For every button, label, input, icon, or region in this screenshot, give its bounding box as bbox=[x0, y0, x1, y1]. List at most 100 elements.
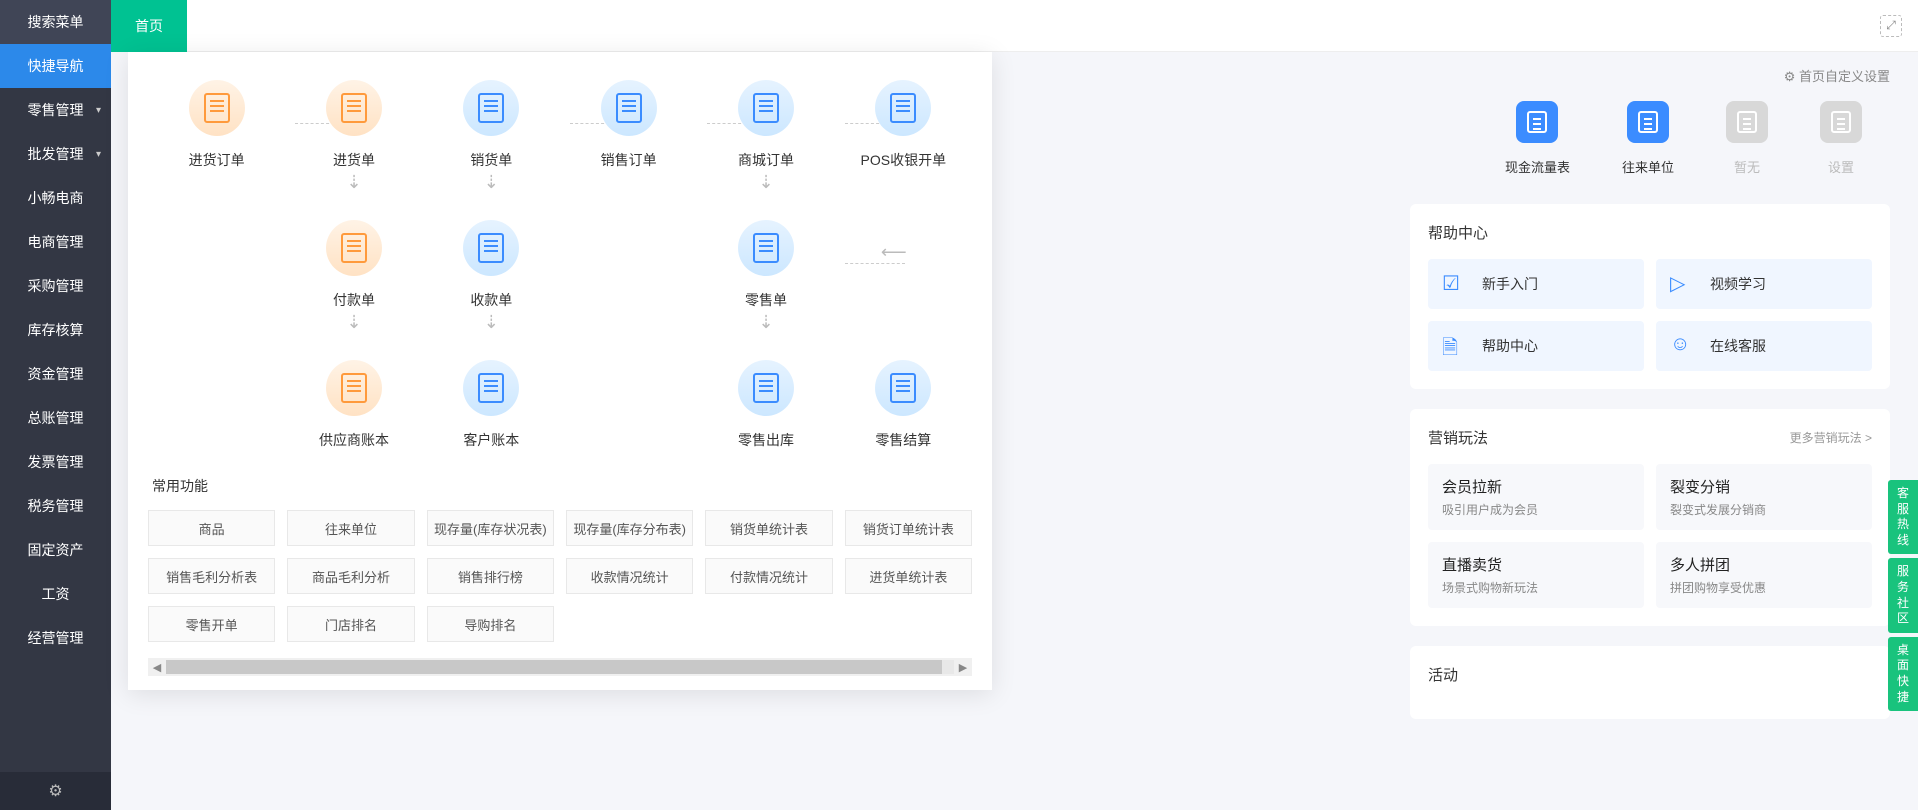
flow-node[interactable]: 销售订单⟵ bbox=[560, 80, 697, 170]
help-center-title: 帮助中心 bbox=[1428, 222, 1488, 243]
sidebar-item[interactable]: 库存核算 bbox=[0, 308, 111, 352]
marketing-item-subtitle: 吸引用户成为会员 bbox=[1442, 501, 1630, 518]
sidebar-item[interactable]: 搜索菜单 bbox=[0, 0, 111, 44]
marketing-item[interactable]: 裂变分销裂变式发展分销商 bbox=[1656, 464, 1872, 530]
function-button[interactable]: 往来单位 bbox=[287, 510, 414, 546]
help-center-card: 帮助中心 ☑ 新手入门 ▷视频学习🗎帮助中心☺在线客服 bbox=[1410, 204, 1890, 389]
float-button[interactable]: 服务社区 bbox=[1888, 558, 1918, 632]
flow-node[interactable]: 销货单⟵⇣ bbox=[423, 80, 560, 170]
flow-node[interactable]: 零售单⟵⇣ bbox=[697, 220, 834, 310]
shortcut-item[interactable]: 往来单位 bbox=[1622, 101, 1674, 176]
shortcut-label: 往来单位 bbox=[1622, 157, 1674, 176]
doc-icon bbox=[189, 80, 245, 136]
flow-node[interactable]: 零售结算 bbox=[835, 360, 972, 450]
flow-node-label: 销售订单 bbox=[601, 150, 657, 170]
scroll-right-icon[interactable]: ▶ bbox=[954, 661, 972, 674]
shortcut-item[interactable]: 设置 bbox=[1820, 101, 1862, 176]
shortcut-label: 现金流量表 bbox=[1505, 157, 1570, 176]
flow-node[interactable]: 付款单⇣ bbox=[285, 220, 422, 310]
sidebar-item[interactable]: 资金管理 bbox=[0, 352, 111, 396]
marketing-item-subtitle: 裂变式发展分销商 bbox=[1670, 501, 1858, 518]
marketing-item[interactable]: 直播卖货场景式购物新玩法 bbox=[1428, 542, 1644, 608]
function-button[interactable]: 现存量(库存分布表) bbox=[566, 510, 693, 546]
sidebar-item[interactable]: 电商管理 bbox=[0, 220, 111, 264]
doc-icon bbox=[601, 80, 657, 136]
function-button[interactable]: 收款情况统计 bbox=[566, 558, 693, 594]
help-item[interactable]: ☑ 新手入门 bbox=[1428, 259, 1644, 309]
homepage-customize-link[interactable]: ⚙ 首页自定义设置 bbox=[1410, 66, 1890, 85]
flow-node[interactable]: 供应商账本 bbox=[285, 360, 422, 450]
horizontal-scrollbar[interactable]: ◀ ▶ bbox=[148, 658, 972, 676]
flow-node-label: 商城订单 bbox=[738, 150, 794, 170]
function-button[interactable]: 商品毛利分析 bbox=[287, 558, 414, 594]
shortcut-item[interactable]: 现金流量表 bbox=[1505, 101, 1570, 176]
sidebar-item[interactable]: 快捷导航 bbox=[0, 44, 111, 88]
marketing-more-link[interactable]: 更多营销玩法 > bbox=[1790, 429, 1872, 446]
doc-icon bbox=[875, 80, 931, 136]
flow-node[interactable]: 客户账本 bbox=[423, 360, 560, 450]
help-item[interactable]: 🗎帮助中心 bbox=[1428, 321, 1644, 371]
flow-node-label: 销货单 bbox=[470, 150, 512, 170]
marketing-item-title: 会员拉新 bbox=[1442, 476, 1630, 497]
sidebar-item[interactable]: 税务管理 bbox=[0, 484, 111, 528]
common-functions-title: 常用功能 bbox=[152, 476, 972, 496]
flow-node[interactable]: 进货单⇣ bbox=[285, 80, 422, 170]
function-button[interactable]: 商品 bbox=[148, 510, 275, 546]
function-button[interactable]: 导购排名 bbox=[427, 606, 554, 642]
scroll-left-icon[interactable]: ◀ bbox=[148, 661, 166, 674]
marketing-item[interactable]: 多人拼团拼团购物享受优惠 bbox=[1656, 542, 1872, 608]
arrow-down-icon: ⇣ bbox=[484, 172, 499, 193]
flow-node[interactable]: 商城订单⟵⇣ bbox=[697, 80, 834, 170]
doc-icon bbox=[738, 220, 794, 276]
help-label: 新手入门 bbox=[1482, 274, 1538, 294]
flow-node[interactable]: 收款单⇣ bbox=[423, 220, 560, 310]
arrow-down-icon: ⇣ bbox=[346, 312, 361, 333]
marketing-item-subtitle: 拼团购物享受优惠 bbox=[1670, 579, 1858, 596]
float-button[interactable]: 客服热线 bbox=[1888, 480, 1918, 554]
help-icon: ☑ bbox=[1442, 271, 1468, 297]
side-float-buttons: 客服热线服务社区桌面快捷 bbox=[1888, 480, 1918, 711]
function-button[interactable]: 门店排名 bbox=[287, 606, 414, 642]
settings-gear-icon[interactable]: ⚙ bbox=[0, 772, 111, 810]
flow-node[interactable]: 进货订单⟶ bbox=[148, 80, 285, 170]
shortcut-icon bbox=[1820, 101, 1862, 143]
doc-icon bbox=[463, 360, 519, 416]
help-item[interactable]: ▷视频学习 bbox=[1656, 259, 1872, 309]
marketing-item[interactable]: 会员拉新吸引用户成为会员 bbox=[1428, 464, 1644, 530]
shortcut-icon bbox=[1627, 101, 1669, 143]
marketing-item-title: 直播卖货 bbox=[1442, 554, 1630, 575]
fullscreen-icon[interactable]: ⤢ bbox=[1880, 15, 1902, 37]
sidebar-item[interactable]: 固定资产 bbox=[0, 528, 111, 572]
sidebar-item[interactable]: 经营管理 bbox=[0, 616, 111, 660]
marketing-item-subtitle: 场景式购物新玩法 bbox=[1442, 579, 1630, 596]
function-button[interactable]: 付款情况统计 bbox=[705, 558, 832, 594]
sidebar-item[interactable]: 批发管理▾ bbox=[0, 132, 111, 176]
sidebar-item[interactable]: 零售管理▾ bbox=[0, 88, 111, 132]
arrow-down-icon: ⇣ bbox=[484, 312, 499, 333]
shortcut-label: 设置 bbox=[1828, 157, 1854, 176]
doc-icon bbox=[875, 360, 931, 416]
function-button[interactable]: 销货订单统计表 bbox=[845, 510, 972, 546]
function-button[interactable]: 零售开单 bbox=[148, 606, 275, 642]
sidebar-item[interactable]: 工资 bbox=[0, 572, 111, 616]
help-item[interactable]: ☺在线客服 bbox=[1656, 321, 1872, 371]
function-button[interactable]: 销货单统计表 bbox=[705, 510, 832, 546]
function-button[interactable]: 销售毛利分析表 bbox=[148, 558, 275, 594]
float-button[interactable]: 桌面快捷 bbox=[1888, 637, 1918, 711]
sidebar-item[interactable]: 采购管理 bbox=[0, 264, 111, 308]
shortcut-item[interactable]: 暂无 bbox=[1726, 101, 1768, 176]
help-label: 在线客服 bbox=[1710, 336, 1766, 356]
tab-home[interactable]: 首页 bbox=[111, 0, 187, 52]
flow-node-label: 客户账本 bbox=[463, 430, 519, 450]
function-button[interactable]: 销售排行榜 bbox=[427, 558, 554, 594]
marketing-item-title: 多人拼团 bbox=[1670, 554, 1858, 575]
activity-title: 活动 bbox=[1428, 664, 1458, 685]
function-button[interactable]: 进货单统计表 bbox=[845, 558, 972, 594]
flow-node[interactable]: 零售出库 bbox=[697, 360, 834, 450]
flow-node-label: 零售出库 bbox=[738, 430, 794, 450]
sidebar-item[interactable]: 小畅电商 bbox=[0, 176, 111, 220]
function-button[interactable]: 现存量(库存状况表) bbox=[427, 510, 554, 546]
sidebar-item[interactable]: 发票管理 bbox=[0, 440, 111, 484]
flow-node[interactable]: POS收银开单 bbox=[835, 80, 972, 170]
sidebar-item[interactable]: 总账管理 bbox=[0, 396, 111, 440]
